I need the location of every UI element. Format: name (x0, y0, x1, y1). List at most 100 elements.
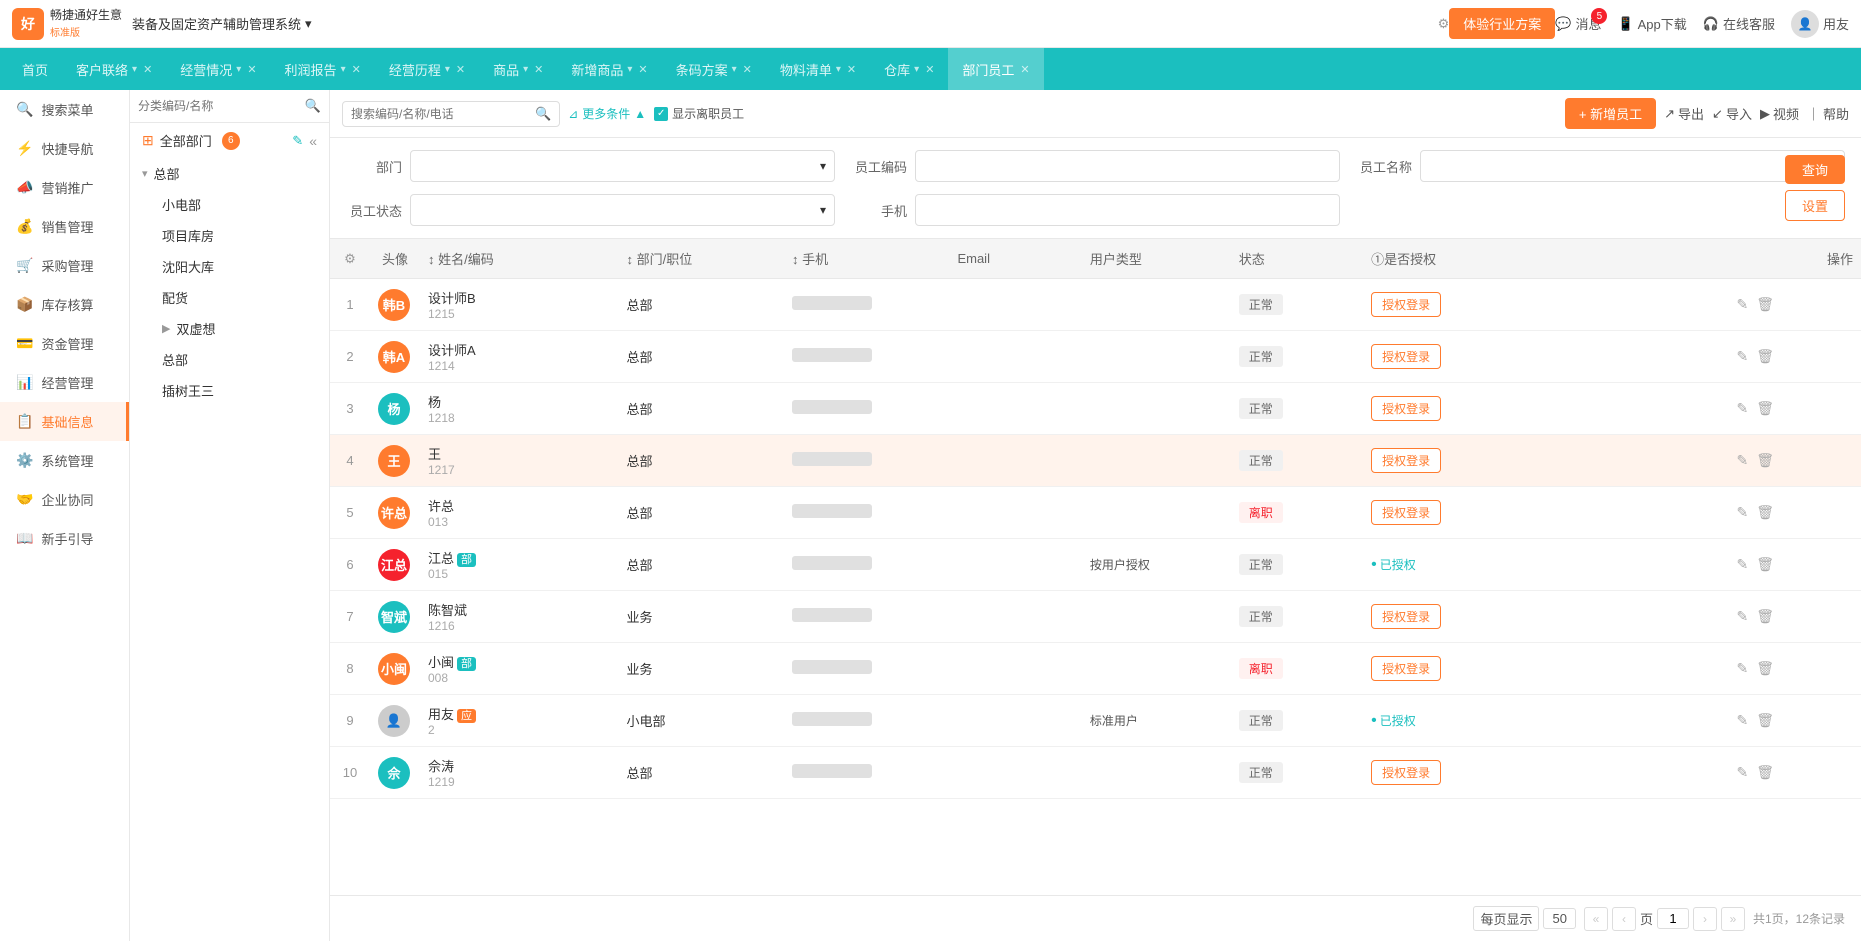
user-avatar[interactable]: 👤 用友 (1791, 10, 1849, 38)
sidebar-item-purchase[interactable]: 🛒 采购管理 (0, 246, 129, 285)
close-icon[interactable]: ✕ (925, 63, 934, 76)
tab-profit[interactable]: 利润报告 ▾ ✕ (271, 48, 375, 90)
page-input[interactable] (1657, 908, 1689, 929)
edit-icon[interactable]: ✎ (292, 133, 303, 149)
dept-node-chashuwang[interactable]: 插树王三 (130, 375, 329, 406)
phone-input[interactable] (915, 194, 1340, 226)
dept-node-shenyang[interactable]: 沈阳大库 (130, 251, 329, 282)
tab-customer[interactable]: 客户联络 ▾ ✕ (62, 48, 166, 90)
th-dept[interactable]: ↕ 部门/职位 (619, 239, 784, 279)
tab-business[interactable]: 经营情况 ▾ ✕ (166, 48, 270, 90)
edit-icon[interactable]: ✎ (1737, 608, 1749, 625)
auth-button[interactable]: 授权登录 (1371, 292, 1441, 317)
next-page-btn[interactable]: › (1693, 907, 1717, 931)
close-icon[interactable]: ✕ (847, 63, 856, 76)
tab-journey[interactable]: 经营历程 ▾ ✕ (375, 48, 479, 90)
more-filter-btn[interactable]: ⊿ 更多条件 ▲ (568, 105, 646, 122)
close-icon[interactable]: ✕ (456, 63, 465, 76)
export-button[interactable]: ↗ 导出 (1664, 104, 1704, 123)
dept-node-root[interactable]: ▾ 总部 (130, 158, 329, 189)
dept-search-input[interactable] (138, 99, 301, 113)
emp-name-input[interactable] (1420, 150, 1845, 182)
tab-goods[interactable]: 商品 ▾ ✕ (479, 48, 557, 90)
sidebar-item-collab[interactable]: 🤝 企业协同 (0, 480, 129, 519)
first-page-btn[interactable]: « (1584, 907, 1608, 931)
dept-node-shuang[interactable]: ▶ 双虚想 (130, 313, 329, 344)
system-name[interactable]: 装备及固定资产辅助管理系统 ▾ (132, 14, 1430, 33)
show-departed-toggle[interactable]: ✓ 显示离职员工 (654, 105, 744, 122)
delete-icon[interactable]: 🗑 (1756, 556, 1774, 573)
sidebar-item-inventory[interactable]: 📦 库存核算 (0, 285, 129, 324)
edit-icon[interactable]: ✎ (1737, 452, 1749, 469)
th-phone[interactable]: ↕ 手机 (784, 239, 949, 279)
edit-icon[interactable]: ✎ (1737, 556, 1749, 573)
tab-home[interactable]: 首页 (8, 48, 62, 90)
close-icon[interactable]: ✕ (1020, 63, 1029, 76)
delete-icon[interactable]: 🗑 (1756, 400, 1774, 417)
dept-node-hq[interactable]: 总部 (130, 344, 329, 375)
close-icon[interactable]: ✕ (352, 63, 361, 76)
delete-icon[interactable]: 🗑 (1756, 712, 1774, 729)
delete-icon[interactable]: 🗑 (1756, 296, 1774, 313)
delete-icon[interactable]: 🗑 (1756, 764, 1774, 781)
dept-node-project[interactable]: 项目库房 (130, 220, 329, 251)
delete-icon[interactable]: 🗑 (1756, 504, 1774, 521)
sidebar-item-guide[interactable]: 📖 新手引导 (0, 519, 129, 558)
edit-icon[interactable]: ✎ (1737, 504, 1749, 521)
auth-button[interactable]: 授权登录 (1371, 448, 1441, 473)
delete-icon[interactable]: 🗑 (1756, 608, 1774, 625)
dept-node-electronics[interactable]: 小电部 (130, 189, 329, 220)
tab-new-goods[interactable]: 新增商品 ▾ ✕ (557, 48, 661, 90)
tab-warehouse[interactable]: 仓库 ▾ ✕ (870, 48, 948, 90)
edit-icon[interactable]: ✎ (1737, 764, 1749, 781)
prev-page-btn[interactable]: ‹ (1612, 907, 1636, 931)
edit-icon[interactable]: ✎ (1737, 400, 1749, 417)
gear-icon[interactable]: ⚙ (1438, 16, 1450, 32)
view-button[interactable]: ▶ 视频 (1760, 104, 1799, 123)
sidebar-item-ops[interactable]: 📊 经营管理 (0, 363, 129, 402)
help-button[interactable]: ｜ 帮助 (1807, 104, 1849, 123)
status-select[interactable]: ▾ (410, 194, 835, 226)
delete-icon[interactable]: 🗑 (1756, 348, 1774, 365)
delete-icon[interactable]: 🗑 (1756, 660, 1774, 677)
close-icon[interactable]: ✕ (143, 63, 152, 76)
add-employee-button[interactable]: + 新增员工 (1565, 98, 1656, 129)
emp-code-input[interactable] (915, 150, 1340, 182)
dept-node-distribution[interactable]: 配货 (130, 282, 329, 313)
edit-icon[interactable]: ✎ (1737, 660, 1749, 677)
sidebar-item-finance[interactable]: 💳 资金管理 (0, 324, 129, 363)
sidebar-item-basic[interactable]: 📋 基础信息 (0, 402, 129, 441)
th-name[interactable]: ↕ 姓名/编码 (420, 239, 619, 279)
close-icon[interactable]: ✕ (638, 63, 647, 76)
search-input[interactable] (351, 107, 531, 121)
sidebar-item-sales[interactable]: 💰 销售管理 (0, 207, 129, 246)
auth-button[interactable]: 授权登录 (1371, 500, 1441, 525)
edit-icon[interactable]: ✎ (1737, 348, 1749, 365)
tab-bom[interactable]: 物料清单 ▾ ✕ (766, 48, 870, 90)
set-button[interactable]: 设置 (1785, 190, 1845, 221)
query-button[interactable]: 查询 (1785, 155, 1845, 184)
last-page-btn[interactable]: » (1721, 907, 1745, 931)
sidebar-item-system[interactable]: ⚙️ 系统管理 (0, 441, 129, 480)
auth-button[interactable]: 授权登录 (1371, 344, 1441, 369)
sidebar-item-marketing[interactable]: 📣 营销推广 (0, 168, 129, 207)
import-button[interactable]: ↙ 导入 (1712, 104, 1752, 123)
close-icon[interactable]: ✕ (247, 63, 256, 76)
delete-icon[interactable]: 🗑 (1756, 452, 1774, 469)
message-icon-btn[interactable]: 💬 消息 5 (1555, 14, 1601, 33)
edit-icon[interactable]: ✎ (1737, 296, 1749, 313)
tab-barcode[interactable]: 条码方案 ▾ ✕ (662, 48, 766, 90)
auth-button[interactable]: 授权登录 (1371, 656, 1441, 681)
dept-select[interactable]: ▾ (410, 150, 835, 182)
service-btn[interactable]: 🎧 在线客服 (1703, 14, 1775, 33)
auth-button[interactable]: 授权登录 (1371, 396, 1441, 421)
app-download-btn[interactable]: 📱 App下载 (1617, 14, 1686, 33)
trial-button[interactable]: 体验行业方案 (1449, 8, 1555, 39)
close-icon[interactable]: ✕ (743, 63, 752, 76)
collapse-icon[interactable]: « (309, 133, 317, 149)
close-icon[interactable]: ✕ (534, 63, 543, 76)
auth-button[interactable]: 授权登录 (1371, 604, 1441, 629)
auth-button[interactable]: 授权登录 (1371, 760, 1441, 785)
tab-employees[interactable]: 部门员工 ✕ (948, 48, 1043, 90)
sidebar-item-nav[interactable]: ⚡ 快捷导航 (0, 129, 129, 168)
